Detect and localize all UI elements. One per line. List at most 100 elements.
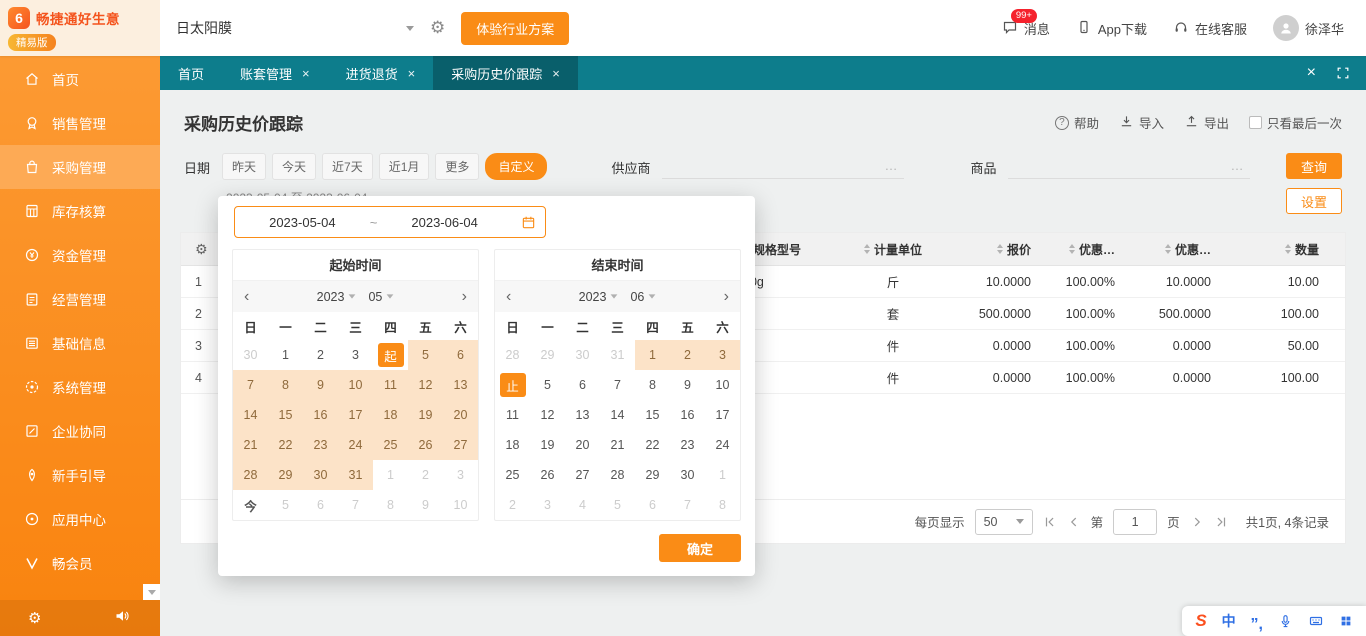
- trial-plan-button[interactable]: 体验行业方案: [461, 11, 570, 45]
- date-cell[interactable]: 31: [338, 460, 373, 490]
- date-cell[interactable]: 6: [303, 490, 338, 520]
- column-settings-gear-icon[interactable]: ⚙: [195, 241, 208, 257]
- sort-icon[interactable]: [1284, 244, 1291, 254]
- sidebar-item-inventory[interactable]: 库存核算: [0, 189, 160, 233]
- date-cell[interactable]: 2: [495, 490, 530, 520]
- month-select[interactable]: 06: [630, 290, 656, 304]
- date-preset-button[interactable]: 近1月: [378, 153, 430, 180]
- date-cell[interactable]: 31: [600, 340, 635, 370]
- tab-0[interactable]: 首页: [160, 56, 222, 90]
- date-cell[interactable]: 7: [670, 490, 705, 520]
- date-cell[interactable]: 27: [565, 460, 600, 490]
- online-service-button[interactable]: 在线客服: [1173, 19, 1247, 38]
- sidebar-item-apps[interactable]: 应用中心: [0, 497, 160, 541]
- microphone-icon[interactable]: [1278, 614, 1293, 629]
- product-input[interactable]: …: [1008, 153, 1251, 179]
- date-cell[interactable]: 22: [268, 430, 303, 460]
- date-cell[interactable]: 6: [565, 370, 600, 400]
- date-cell[interactable]: 17: [705, 400, 740, 430]
- date-range-input[interactable]: 2023-05-04 ~ 2023-06-04: [234, 206, 546, 238]
- date-preset-button[interactable]: 昨天: [222, 153, 267, 180]
- date-cell[interactable]: 10: [705, 370, 740, 400]
- user-menu[interactable]: 徐泽华: [1272, 15, 1344, 41]
- settings-button[interactable]: 设置: [1286, 188, 1342, 214]
- date-cell[interactable]: 25: [373, 430, 408, 460]
- date-cell[interactable]: 30: [233, 340, 268, 370]
- date-cell[interactable]: 3: [705, 340, 740, 370]
- date-cell[interactable]: 22: [635, 430, 670, 460]
- date-cell[interactable]: 10: [443, 490, 478, 520]
- date-cell[interactable]: 14: [233, 400, 268, 430]
- date-cell[interactable]: 7: [338, 490, 373, 520]
- export-button[interactable]: 导出: [1184, 113, 1229, 132]
- help-button[interactable]: ? 帮助: [1054, 113, 1099, 132]
- company-select[interactable]: 日太阳膜: [176, 18, 414, 38]
- date-cell[interactable]: 14: [600, 400, 635, 430]
- year-select[interactable]: 2023: [317, 290, 357, 304]
- date-cell[interactable]: 21: [600, 430, 635, 460]
- sidebar-item-guide[interactable]: 新手引导: [0, 453, 160, 497]
- confirm-button[interactable]: 确定: [659, 534, 741, 562]
- keyboard-icon[interactable]: [1308, 613, 1324, 629]
- product-lookup-icon[interactable]: …: [1224, 158, 1250, 173]
- date-cell[interactable]: 24: [338, 430, 373, 460]
- date-cell[interactable]: 8: [373, 490, 408, 520]
- date-cell[interactable]: 30: [303, 460, 338, 490]
- ime-punctuation-toggle[interactable]: ”,: [1250, 617, 1262, 633]
- date-cell[interactable]: 1: [635, 340, 670, 370]
- date-cell[interactable]: 19: [408, 400, 443, 430]
- date-cell[interactable]: 9: [408, 490, 443, 520]
- last-page-button[interactable]: [1214, 515, 1228, 529]
- sidebar-item-purchase[interactable]: 采购管理: [0, 145, 160, 189]
- sidebar-item-funds[interactable]: 资金管理: [0, 233, 160, 277]
- date-cell[interactable]: 2: [670, 340, 705, 370]
- tab-2[interactable]: 进货退货 ×: [328, 56, 434, 90]
- date-cell[interactable]: 29: [268, 460, 303, 490]
- date-cell[interactable]: 19: [530, 430, 565, 460]
- date-cell[interactable]: 8: [635, 370, 670, 400]
- date-cell[interactable]: 10: [338, 370, 373, 400]
- sidebar-item-home[interactable]: 首页: [0, 57, 160, 101]
- app-download-button[interactable]: App下载: [1076, 19, 1147, 38]
- date-cell[interactable]: 30: [565, 340, 600, 370]
- date-cell[interactable]: 7: [600, 370, 635, 400]
- tab-1[interactable]: 账套管理 ×: [222, 56, 328, 90]
- date-cell[interactable]: 18: [495, 430, 530, 460]
- date-cell-marker[interactable]: 起: [373, 340, 408, 370]
- date-cell[interactable]: 30: [670, 460, 705, 490]
- date-cell[interactable]: 7: [233, 370, 268, 400]
- date-cell[interactable]: 20: [565, 430, 600, 460]
- date-cell[interactable]: 8: [268, 370, 303, 400]
- next-page-button[interactable]: [1190, 515, 1204, 529]
- date-cell[interactable]: 12: [530, 400, 565, 430]
- date-cell[interactable]: 2: [303, 340, 338, 370]
- month-select[interactable]: 05: [368, 290, 394, 304]
- end-date-value[interactable]: 2023-06-04: [377, 215, 512, 230]
- date-cell[interactable]: 4: [565, 490, 600, 520]
- date-cell[interactable]: 16: [303, 400, 338, 430]
- date-cell[interactable]: 6: [635, 490, 670, 520]
- import-button[interactable]: 导入: [1119, 113, 1164, 132]
- close-tab-icon[interactable]: ×: [552, 66, 560, 81]
- date-cell[interactable]: 5: [600, 490, 635, 520]
- close-all-tabs-icon[interactable]: ×: [1307, 65, 1316, 81]
- sound-icon[interactable]: [114, 608, 130, 629]
- date-preset-button[interactable]: 近7天: [322, 153, 373, 180]
- date-cell[interactable]: 2: [408, 460, 443, 490]
- date-cell[interactable]: 23: [303, 430, 338, 460]
- date-cell[interactable]: 28: [495, 340, 530, 370]
- date-cell[interactable]: 3: [530, 490, 565, 520]
- date-cell[interactable]: 26: [408, 430, 443, 460]
- date-cell[interactable]: 24: [705, 430, 740, 460]
- grid-menu-icon[interactable]: [1339, 614, 1353, 628]
- column-discount-price[interactable]: 优惠…: [1121, 241, 1217, 258]
- date-preset-button[interactable]: 更多: [435, 153, 480, 180]
- date-cell[interactable]: 17: [338, 400, 373, 430]
- per-page-select[interactable]: 50: [974, 508, 1033, 535]
- date-cell[interactable]: 11: [495, 400, 530, 430]
- sidebar-item-operate[interactable]: 经营管理: [0, 277, 160, 321]
- date-cell[interactable]: 21: [233, 430, 268, 460]
- date-custom-button[interactable]: 自定义: [485, 153, 548, 180]
- date-preset-button[interactable]: 今天: [272, 153, 317, 180]
- settings-gear-icon[interactable]: ⚙: [430, 18, 445, 38]
